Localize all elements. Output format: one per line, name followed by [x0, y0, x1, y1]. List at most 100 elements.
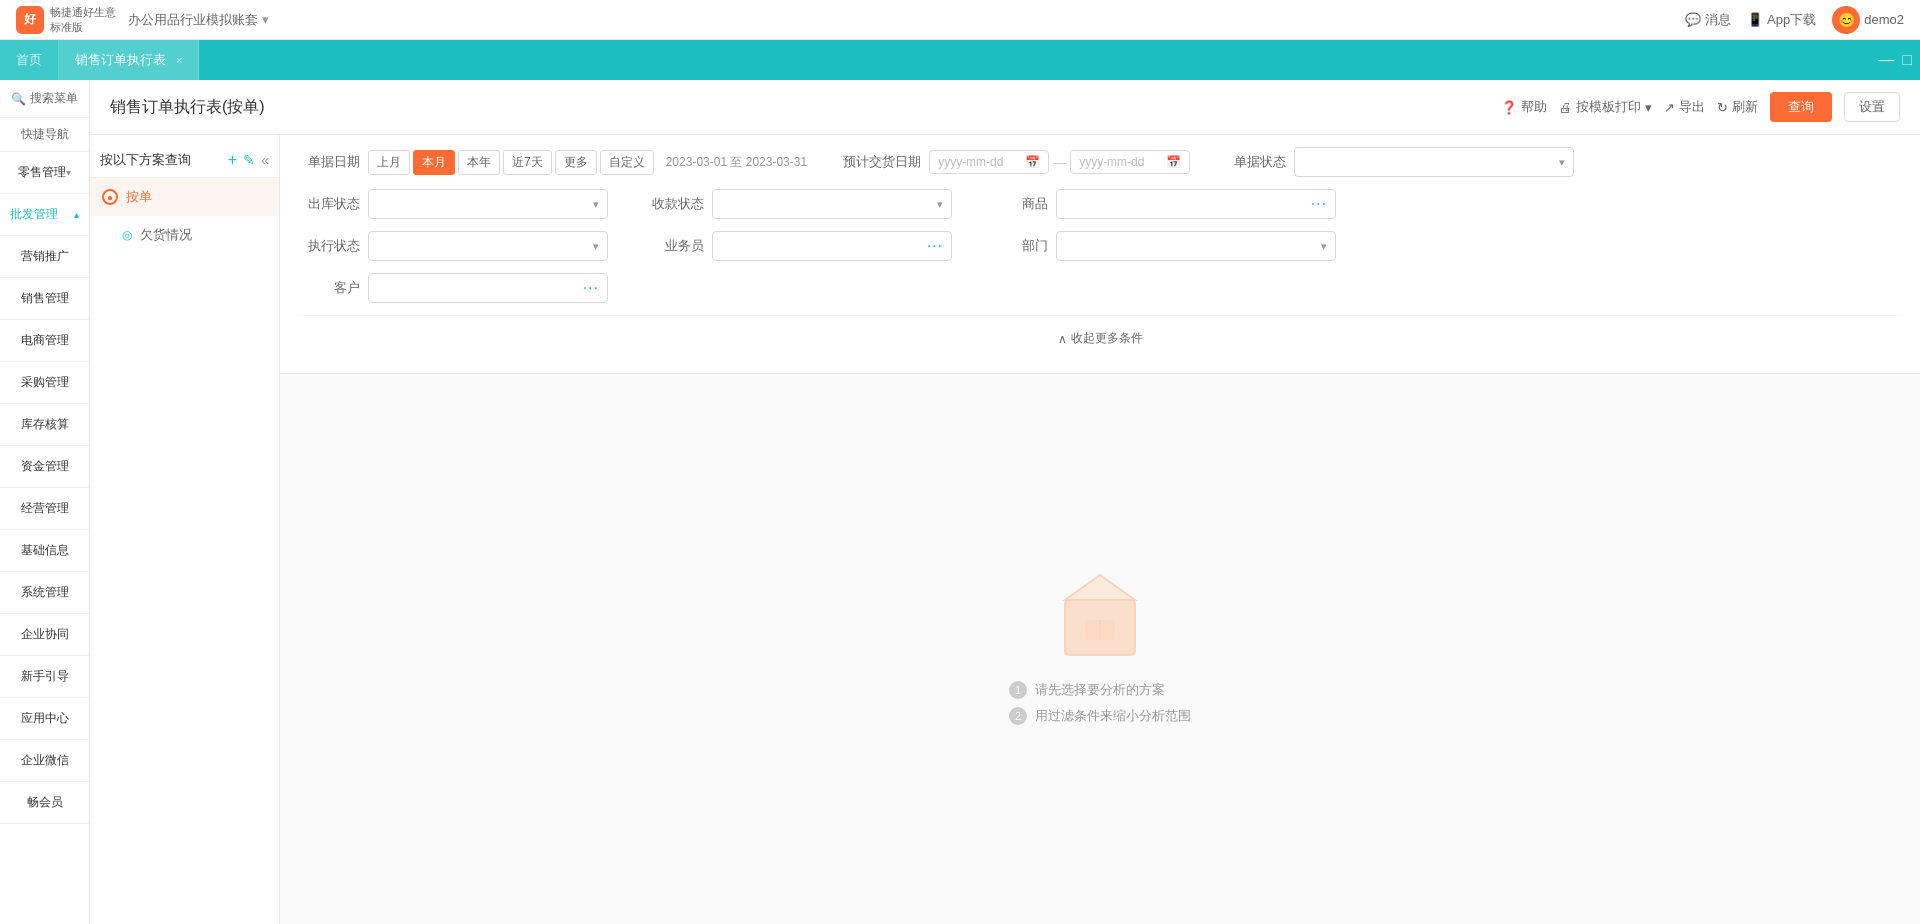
sidebar-item-basic[interactable]: 基础信息: [0, 530, 89, 572]
refresh-icon: ↻: [1717, 100, 1728, 115]
exec-status-select[interactable]: ▾: [368, 231, 608, 261]
page-header: 销售订单执行表(按单) ❓ 帮助 🖨 按模板打印 ▾ ↗ 导出 ↻ 刷新: [90, 80, 1920, 135]
header-right: 💬 消息 📱 App下载 😊 demo2: [1685, 6, 1904, 34]
tab-maximize-btn[interactable]: □: [1902, 51, 1912, 69]
date-btn-custom[interactable]: 自定义: [600, 150, 654, 175]
logo-text: 畅捷通好生意 标准版: [50, 5, 116, 34]
sidebar-item-operation[interactable]: 经营管理: [0, 488, 89, 530]
empty-state-icon: [1050, 565, 1150, 665]
status-chevron-icon: ▾: [1559, 156, 1565, 169]
filter-row-3: 执行状态 ▾ 业务员 ···: [300, 231, 1900, 261]
sidebar-item-finance[interactable]: 资金管理: [0, 446, 89, 488]
empty-steps-list: 1 请先选择要分析的方案 2 用过滤条件来缩小分析范围: [1009, 681, 1191, 733]
page-actions: ❓ 帮助 🖨 按模板打印 ▾ ↗ 导出 ↻ 刷新 查询 设置: [1501, 92, 1900, 122]
sidebar-item-wechat[interactable]: 企业微信: [0, 740, 89, 782]
goods-ellipsis[interactable]: ···: [1311, 195, 1327, 213]
dept-chevron: ▾: [1321, 240, 1327, 253]
sidebar-search[interactable]: 🔍 搜索菜单: [0, 80, 89, 118]
help-btn[interactable]: ❓ 帮助: [1501, 98, 1547, 116]
collapse-row: ∧ 收起更多条件: [300, 315, 1900, 361]
calendar-icon-start: 📅: [1025, 155, 1040, 169]
goods-input[interactable]: ···: [1056, 189, 1336, 219]
user-avatar-area[interactable]: 😊 demo2: [1832, 6, 1904, 34]
scheme-header: 按以下方案查询 + ✎ «: [90, 143, 279, 178]
sidebar-item-wholesale[interactable]: 批发管理 ▴: [0, 194, 89, 236]
date-btn-last-month[interactable]: 上月: [368, 150, 410, 175]
step1-number: 1: [1009, 681, 1027, 699]
app-download-btn[interactable]: 📱 App下载: [1747, 11, 1816, 29]
salesperson-filter: 业务员 ···: [644, 231, 952, 261]
settings-btn[interactable]: 设置: [1844, 92, 1900, 122]
refresh-btn[interactable]: ↻ 刷新: [1717, 98, 1758, 116]
date-btn-this-year[interactable]: 本年: [458, 150, 500, 175]
expected-date-range: yyyy-mm-dd 📅 — yyyy-mm-dd 📅: [929, 150, 1190, 174]
top-header: 好 畅捷通好生意 标准版 办公用品行业模拟账套 ▾ 💬 消息 📱 App下载 😊…: [0, 0, 1920, 40]
sidebar-item-guide[interactable]: 新手引导: [0, 656, 89, 698]
sidebar-item-retail[interactable]: 零售管理 ▾: [0, 152, 89, 194]
tab-bar-right: — □: [1878, 40, 1920, 80]
logo-area: 好 畅捷通好生意 标准版: [16, 5, 116, 34]
logo-icon: 好: [16, 6, 44, 34]
customer-ellipsis[interactable]: ···: [583, 279, 599, 297]
message-icon: 💬: [1685, 12, 1701, 27]
sub-item-icon: ◎: [122, 228, 132, 242]
expected-date-start[interactable]: yyyy-mm-dd 📅: [929, 150, 1049, 174]
scheme-sub-item[interactable]: ◎ 欠货情况: [90, 216, 279, 254]
svg-marker-1: [1065, 575, 1135, 600]
dept-select[interactable]: ▾: [1056, 231, 1336, 261]
header-dropdown-icon[interactable]: ▾: [262, 12, 269, 27]
print-dropdown-icon: ▾: [1645, 100, 1652, 115]
scheme-add-btn[interactable]: +: [228, 151, 237, 169]
tab-close-icon[interactable]: ×: [176, 54, 182, 66]
goods-filter: 商品 ···: [988, 189, 1900, 219]
receipt-status-filter: 收款状态 ▾: [644, 189, 952, 219]
sidebar-item-system[interactable]: 系统管理: [0, 572, 89, 614]
receipt-chevron: ▾: [937, 198, 943, 211]
scheme-item-active[interactable]: ● 按单: [90, 178, 279, 216]
customer-input[interactable]: ···: [368, 273, 608, 303]
query-btn[interactable]: 查询: [1770, 92, 1832, 122]
sidebar: 🔍 搜索菜单 快捷导航 零售管理 ▾ 批发管理 ▴ 营销推广 销售管理 电商管理…: [0, 80, 90, 924]
salesperson-input[interactable]: ···: [712, 231, 952, 261]
date-btn-7days[interactable]: 近7天: [503, 150, 552, 175]
date-btn-more[interactable]: 更多: [555, 150, 597, 175]
content-area: 销售订单执行表(按单) ❓ 帮助 🖨 按模板打印 ▾ ↗ 导出 ↻ 刷新: [90, 80, 1920, 924]
step2-number: 2: [1009, 707, 1027, 725]
sidebar-item-appstore[interactable]: 应用中心: [0, 698, 89, 740]
app-download-icon: 📱: [1747, 12, 1763, 27]
sidebar-quick-nav[interactable]: 快捷导航: [0, 118, 89, 152]
status-filter: 单据状态 ▾: [1226, 147, 1900, 177]
tab-minimize-btn[interactable]: —: [1878, 51, 1894, 69]
scheme-collapse-btn[interactable]: «: [261, 152, 269, 168]
receipt-status-select[interactable]: ▾: [712, 189, 952, 219]
sidebar-item-member[interactable]: 畅会员: [0, 782, 89, 824]
content-body: 按以下方案查询 + ✎ « ● 按单 ◎ 欠货情况: [90, 135, 1920, 924]
sidebar-item-sales[interactable]: 销售管理: [0, 278, 89, 320]
expected-date-filter: 预计交货日期 yyyy-mm-dd 📅 — yyyy-mm-dd 📅: [843, 150, 1190, 174]
expected-date-end[interactable]: yyyy-mm-dd 📅: [1070, 150, 1190, 174]
header-title[interactable]: 办公用品行业模拟账套 ▾: [128, 11, 269, 29]
date-btn-this-month[interactable]: 本月: [413, 150, 455, 175]
help-icon: ❓: [1501, 100, 1517, 115]
collapse-more-btn[interactable]: ∧ 收起更多条件: [1050, 322, 1151, 355]
export-btn[interactable]: ↗ 导出: [1664, 98, 1705, 116]
scheme-edit-btn[interactable]: ✎: [243, 152, 255, 168]
page-title: 销售订单执行表(按单): [110, 97, 265, 118]
step1-text: 请先选择要分析的方案: [1035, 681, 1165, 699]
sidebar-item-ecommerce[interactable]: 电商管理: [0, 320, 89, 362]
print-btn[interactable]: 🖨 按模板打印 ▾: [1559, 98, 1652, 116]
tab-home[interactable]: 首页: [0, 40, 59, 80]
date-range-text: 2023-03-01 至 2023-03-31: [666, 154, 807, 171]
step2-text: 用过滤条件来缩小分析范围: [1035, 707, 1191, 725]
sidebar-item-purchase[interactable]: 采购管理: [0, 362, 89, 404]
out-status-select[interactable]: ▾: [368, 189, 608, 219]
customer-filter: 客户 ···: [300, 273, 608, 303]
message-btn[interactable]: 💬 消息: [1685, 11, 1731, 29]
sidebar-item-marketing[interactable]: 营销推广: [0, 236, 89, 278]
sidebar-item-enterprise[interactable]: 企业协同: [0, 614, 89, 656]
salesperson-ellipsis[interactable]: ···: [927, 237, 943, 255]
tab-sales-order[interactable]: 销售订单执行表 ×: [59, 40, 199, 80]
status-select[interactable]: ▾: [1294, 147, 1574, 177]
sidebar-item-inventory[interactable]: 库存核算: [0, 404, 89, 446]
date-buttons: 上月 本月 本年 近7天 更多 自定义: [368, 150, 654, 175]
